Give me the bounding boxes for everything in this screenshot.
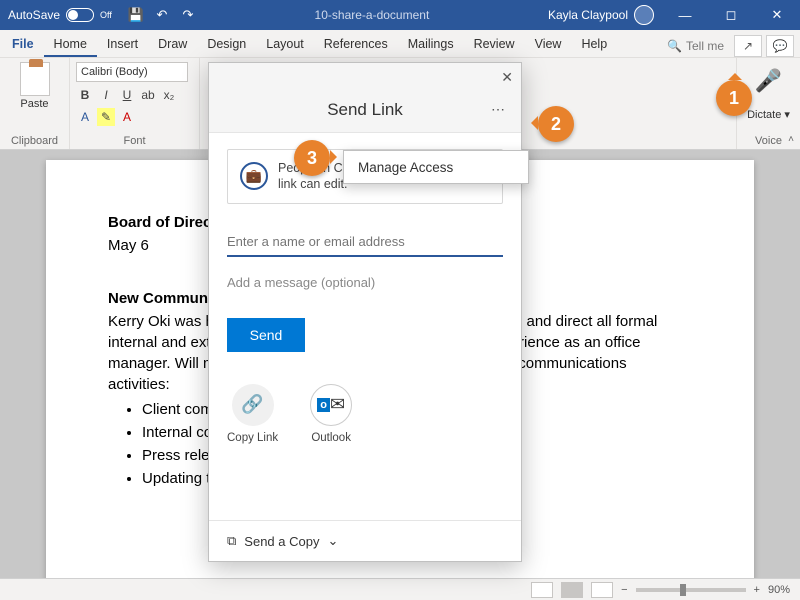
dialog-title: Send Link (327, 100, 403, 120)
undo-icon[interactable]: ↶ (154, 7, 170, 23)
bold-button[interactable]: B (76, 86, 94, 104)
message-input[interactable]: Add a message (optional) (227, 275, 503, 290)
clipboard-icon (20, 62, 50, 96)
font-group: B I U ab x₂ A ✎ A Font (70, 58, 200, 149)
manage-access-label: Manage Access (358, 160, 453, 175)
search-icon: 🔍 (667, 39, 682, 53)
send-button[interactable]: Send (227, 318, 305, 352)
copy-icon: ⧉ (227, 533, 236, 549)
send-a-copy-button[interactable]: ⧉ Send a Copy ⌄ (209, 520, 521, 561)
tab-home[interactable]: Home (44, 31, 97, 57)
share-button[interactable]: ↗ (734, 35, 762, 57)
more-font-button[interactable]: x₂ (160, 86, 178, 104)
tab-view[interactable]: View (525, 31, 572, 57)
copy-link-button[interactable]: 🔗 Copy Link (227, 384, 278, 444)
zoom-level[interactable]: 90% (768, 584, 790, 596)
autosave-label: AutoSave (8, 8, 60, 22)
web-layout-button[interactable] (591, 582, 613, 598)
font-group-label: Font (76, 133, 193, 147)
window-controls: — ◻ ✕ (662, 0, 800, 30)
outlook-button[interactable]: o✉ Outlook (310, 384, 352, 444)
comments-button[interactable]: 💬 (766, 35, 794, 57)
tab-references[interactable]: References (314, 31, 398, 57)
ribbon-tabs: File Home Insert Draw Design Layout Refe… (0, 30, 800, 58)
read-mode-button[interactable] (531, 582, 553, 598)
collapse-ribbon-button[interactable]: ˄ (788, 134, 794, 145)
tab-layout[interactable]: Layout (256, 31, 314, 57)
redo-icon[interactable]: ↷ (180, 7, 196, 23)
tell-me-search[interactable]: 🔍 Tell me (661, 39, 730, 53)
tab-design[interactable]: Design (197, 31, 256, 57)
dialog-close-button[interactable]: ✕ (501, 69, 513, 86)
dictate-label: Dictate (747, 109, 781, 121)
autosave-state: Off (100, 10, 112, 20)
clipboard-group-label: Clipboard (6, 133, 63, 147)
tab-review[interactable]: Review (464, 31, 525, 57)
text-effects-button[interactable]: A (76, 108, 94, 126)
chevron-down-icon: ⌄ (327, 533, 338, 549)
quick-access-toolbar: 💾 ↶ ↷ (120, 7, 204, 23)
tell-me-label: Tell me (686, 39, 724, 53)
font-color-button[interactable]: A (118, 108, 136, 126)
toggle-icon (66, 8, 94, 22)
share-options: 🔗 Copy Link o✉ Outlook (227, 384, 503, 444)
highlight-button[interactable]: ✎ (97, 108, 115, 126)
dialog-more-button[interactable]: ⋯ (491, 101, 507, 118)
maximize-button[interactable]: ◻ (708, 0, 754, 30)
tab-mailings[interactable]: Mailings (398, 31, 464, 57)
save-icon[interactable]: 💾 (128, 7, 144, 23)
share-icon: ↗ (743, 39, 753, 53)
zoom-out-button[interactable]: − (621, 584, 627, 596)
send-link-dialog: ✕ Send Link ⋯ 💼 People in CustomGuide wi… (208, 62, 522, 562)
voice-group-label: Voice (755, 133, 782, 147)
outlook-icon: o✉ (310, 384, 352, 426)
clipboard-group: Paste Clipboard (0, 58, 70, 149)
autosave-toggle[interactable]: AutoSave Off (0, 8, 120, 22)
paste-label: Paste (20, 98, 48, 110)
status-bar: − + 90% (0, 578, 800, 600)
dialog-body: 💼 People in CustomGuide with this link c… (209, 133, 521, 520)
dictate-button[interactable]: Dictate ▾ (747, 108, 790, 121)
copy-link-label: Copy Link (227, 432, 278, 444)
send-copy-label: Send a Copy (244, 534, 319, 549)
zoom-in-button[interactable]: + (754, 584, 760, 596)
callout-1: 1 (716, 80, 752, 116)
document-title: 10-share-a-document (204, 8, 540, 22)
user-name: Kayla Claypool (548, 8, 628, 22)
paste-button[interactable]: Paste (6, 62, 63, 110)
strikethrough-button[interactable]: ab (139, 86, 157, 104)
zoom-slider[interactable] (636, 588, 746, 592)
close-button[interactable]: ✕ (754, 0, 800, 30)
comment-icon: 💬 (773, 39, 788, 53)
avatar-icon (634, 5, 654, 25)
manage-access-menu-item[interactable]: Manage Access (343, 150, 529, 184)
callout-3: 3 (294, 140, 330, 176)
underline-button[interactable]: U (118, 86, 136, 104)
dialog-header: ✕ Send Link ⋯ (209, 63, 521, 133)
user-account[interactable]: Kayla Claypool (540, 5, 662, 25)
print-layout-button[interactable] (561, 582, 583, 598)
tab-file[interactable]: File (0, 31, 44, 57)
tab-draw[interactable]: Draw (148, 31, 197, 57)
italic-button[interactable]: I (97, 86, 115, 104)
callout-2: 2 (538, 106, 574, 142)
microphone-icon[interactable]: 🎤 (755, 68, 782, 94)
tab-help[interactable]: Help (571, 31, 617, 57)
title-bar: AutoSave Off 💾 ↶ ↷ 10-share-a-document K… (0, 0, 800, 30)
minimize-button[interactable]: — (662, 0, 708, 30)
link-icon: 🔗 (232, 384, 274, 426)
font-name-select[interactable] (76, 62, 188, 82)
briefcase-icon: 💼 (240, 162, 268, 190)
tab-insert[interactable]: Insert (97, 31, 148, 57)
outlook-label: Outlook (311, 432, 351, 444)
email-input[interactable] (227, 228, 503, 257)
